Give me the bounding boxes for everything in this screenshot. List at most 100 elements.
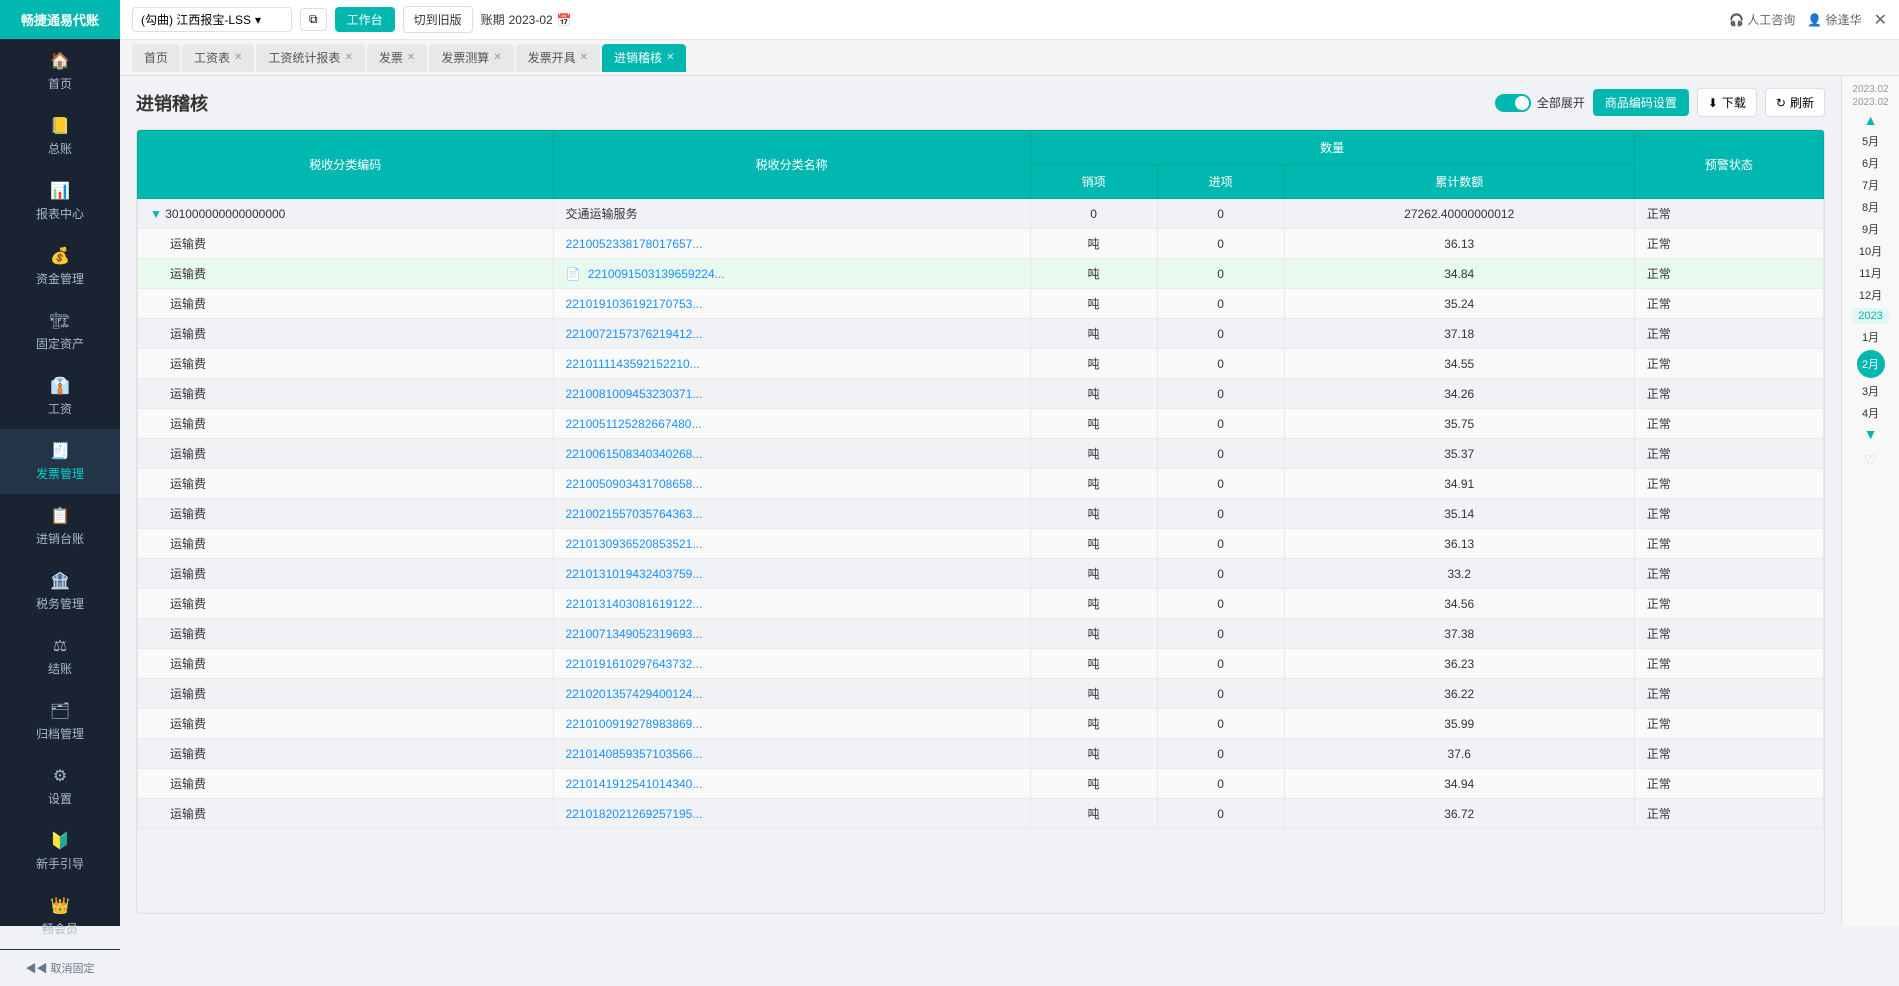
cal-month-1[interactable]: 1月 bbox=[1842, 326, 1899, 348]
expand-toggle[interactable]: 全部展开 bbox=[1495, 94, 1585, 112]
row-code: ▼ 301000000000000000 bbox=[138, 199, 554, 229]
tab-sales-verify-close[interactable]: ✕ bbox=[666, 52, 674, 63]
row-cumulative: 36.22 bbox=[1284, 679, 1634, 709]
sidebar-label-ledger: 总账 bbox=[48, 140, 72, 157]
tab-invoice-calc-close[interactable]: ✕ bbox=[493, 52, 501, 63]
product-code-button[interactable]: 商品编码设置 bbox=[1593, 89, 1689, 116]
row-cumulative: 37.6 bbox=[1284, 739, 1634, 769]
tab-payroll-stats-close[interactable]: ✕ bbox=[344, 52, 352, 63]
cal-month-7[interactable]: 7月 bbox=[1842, 174, 1899, 196]
cal-month-4[interactable]: 4月 bbox=[1842, 402, 1899, 424]
row-unit: 吨 bbox=[1030, 619, 1157, 649]
sidebar-item-invoice[interactable]: 🧾 发票管理 bbox=[0, 429, 120, 494]
company-selector[interactable]: (勾曲) 江西报宝-LSS ▾ bbox=[132, 7, 292, 32]
unpin-button[interactable]: ◀◀ 取消固定 bbox=[0, 949, 120, 986]
cal-scroll-up[interactable]: ▲ bbox=[1862, 110, 1880, 130]
tab-sales-verify[interactable]: 进销稽核 ✕ bbox=[602, 44, 686, 72]
tab-home[interactable]: 首页 bbox=[132, 44, 180, 72]
cal-month-9[interactable]: 9月 bbox=[1842, 218, 1899, 240]
sidebar-item-home[interactable]: 🏠 首页 bbox=[0, 39, 120, 104]
row-cumulative: 34.84 bbox=[1284, 259, 1634, 289]
row-code: 运输费 bbox=[138, 529, 554, 559]
row-invoice-code: 2210140859357103566... bbox=[553, 739, 1030, 769]
row-cumulative: 36.13 bbox=[1284, 529, 1634, 559]
cal-month-5[interactable]: 5月 bbox=[1842, 130, 1899, 152]
sidebar-item-reports[interactable]: 📊 报表中心 bbox=[0, 169, 120, 234]
row-status: 正常 bbox=[1634, 199, 1823, 229]
row-purchase: 0 bbox=[1157, 799, 1284, 829]
close-button[interactable]: ✕ bbox=[1874, 10, 1887, 30]
th-code: 税收分类编码 bbox=[138, 131, 554, 199]
sidebar-item-tax[interactable]: 🏦 税务管理 bbox=[0, 559, 120, 624]
row-status: 正常 bbox=[1634, 349, 1823, 379]
cal-month-3[interactable]: 3月 bbox=[1842, 380, 1899, 402]
company-dropdown-icon: ▾ bbox=[255, 13, 261, 27]
copy-button[interactable]: ⧉ bbox=[300, 8, 327, 31]
row-cumulative: 34.55 bbox=[1284, 349, 1634, 379]
row-purchase: 0 bbox=[1157, 319, 1284, 349]
cal-month-10[interactable]: 10月 bbox=[1842, 240, 1899, 262]
workstation-button[interactable]: 工作台 bbox=[335, 7, 395, 32]
download-button[interactable]: ⬇ 下载 bbox=[1697, 88, 1757, 117]
toggle-track[interactable] bbox=[1495, 94, 1531, 112]
row-expand-icon[interactable]: ▼ bbox=[150, 207, 162, 221]
row-invoice-code: 2210061508340340268... bbox=[553, 439, 1030, 469]
user-avatar[interactable]: 👤 徐逢华 bbox=[1807, 11, 1861, 28]
member-icon: 👑 bbox=[50, 896, 70, 916]
row-code: 运输费 bbox=[138, 679, 554, 709]
tab-invoice-calc[interactable]: 发票测算 ✕ bbox=[429, 44, 513, 72]
sidebar-item-ledger[interactable]: 📒 总账 bbox=[0, 104, 120, 169]
sidebar-label-payroll: 工资 bbox=[48, 400, 72, 417]
row-purchase: 0 bbox=[1157, 379, 1284, 409]
cal-month-6[interactable]: 6月 bbox=[1842, 152, 1899, 174]
tab-invoice-open[interactable]: 发票开具 ✕ bbox=[516, 44, 600, 72]
row-sales: 0 bbox=[1030, 199, 1157, 229]
sidebar-label-assets: 固定资产 bbox=[36, 335, 84, 352]
th-purchase: 进项 bbox=[1157, 165, 1284, 199]
sidebar-label-guide: 新手引导 bbox=[36, 855, 84, 872]
sidebar-item-settings[interactable]: ⚙ 设置 bbox=[0, 754, 120, 819]
row-invoice-code: 📄 2210091503139659224... bbox=[553, 259, 1030, 289]
right-panel: 2023.02 2023.02 ▲ 5月 6月 7月 8月 9月 10月 11月… bbox=[1841, 76, 1899, 926]
period-display: 账期 2023-02 📅 bbox=[481, 11, 572, 28]
sidebar-item-archive[interactable]: 🗂 归档管理 bbox=[0, 689, 120, 754]
row-purchase: 0 bbox=[1157, 289, 1284, 319]
sidebar-item-settle[interactable]: ⚖ 结账 bbox=[0, 624, 120, 689]
row-code: 运输费 bbox=[138, 709, 554, 739]
tab-payslip[interactable]: 工资表 ✕ bbox=[182, 44, 254, 72]
cal-year-2023[interactable]: 2023 bbox=[1852, 308, 1888, 324]
row-purchase: 0 bbox=[1157, 589, 1284, 619]
sidebar-item-guide[interactable]: 🔰 新手引导 bbox=[0, 819, 120, 884]
invoice-icon: 🧾 bbox=[50, 441, 70, 461]
row-purchase: 0 bbox=[1157, 409, 1284, 439]
tab-payroll-stats[interactable]: 工资统计报表 ✕ bbox=[256, 44, 364, 72]
support-link[interactable]: 🎧 人工咨询 bbox=[1729, 11, 1795, 28]
sidebar-item-funds[interactable]: 💰 资金管理 bbox=[0, 234, 120, 299]
refresh-button[interactable]: ↻ 刷新 bbox=[1765, 88, 1825, 117]
sidebar-label-invoice: 发票管理 bbox=[36, 465, 84, 482]
cal-month-2-active[interactable]: 2月 bbox=[1857, 350, 1885, 378]
tab-payslip-close[interactable]: ✕ bbox=[234, 52, 242, 63]
row-status: 正常 bbox=[1634, 439, 1823, 469]
cal-month-12[interactable]: 12月 bbox=[1842, 284, 1899, 306]
cal-month-8[interactable]: 8月 bbox=[1842, 196, 1899, 218]
sidebar-item-sales-ledger[interactable]: 📋 进销台账 bbox=[0, 494, 120, 559]
refresh-icon: ↻ bbox=[1776, 96, 1786, 110]
row-purchase: 0 bbox=[1157, 229, 1284, 259]
sidebar-item-member[interactable]: 👑 畅会员 bbox=[0, 884, 120, 949]
cal-scroll-down[interactable]: ▼ bbox=[1862, 424, 1880, 444]
content-area: 进销稽核 全部展开 商品编码设置 ⬇ 下载 ↻ 刷 bbox=[120, 76, 1899, 926]
switch-version-button[interactable]: 切到旧版 bbox=[403, 6, 473, 33]
cal-month-11[interactable]: 11月 bbox=[1842, 262, 1899, 284]
sidebar-item-assets[interactable]: 🏗 固定资产 bbox=[0, 299, 120, 364]
calendar-icon[interactable]: 📅 bbox=[557, 13, 572, 27]
row-cumulative: 35.75 bbox=[1284, 409, 1634, 439]
tab-invoice-open-close[interactable]: ✕ bbox=[580, 52, 588, 63]
tab-home-label: 首页 bbox=[144, 49, 168, 66]
tab-invoice-close[interactable]: ✕ bbox=[407, 52, 415, 63]
tab-invoice[interactable]: 发票 ✕ bbox=[367, 44, 427, 72]
archive-icon: 🗂 bbox=[50, 701, 70, 721]
table-row: 运输费 2210130936520853521... 吨 0 36.13 正常 bbox=[138, 529, 1824, 559]
row-purchase: 0 bbox=[1157, 439, 1284, 469]
sidebar-item-payroll[interactable]: 👔 工资 bbox=[0, 364, 120, 429]
